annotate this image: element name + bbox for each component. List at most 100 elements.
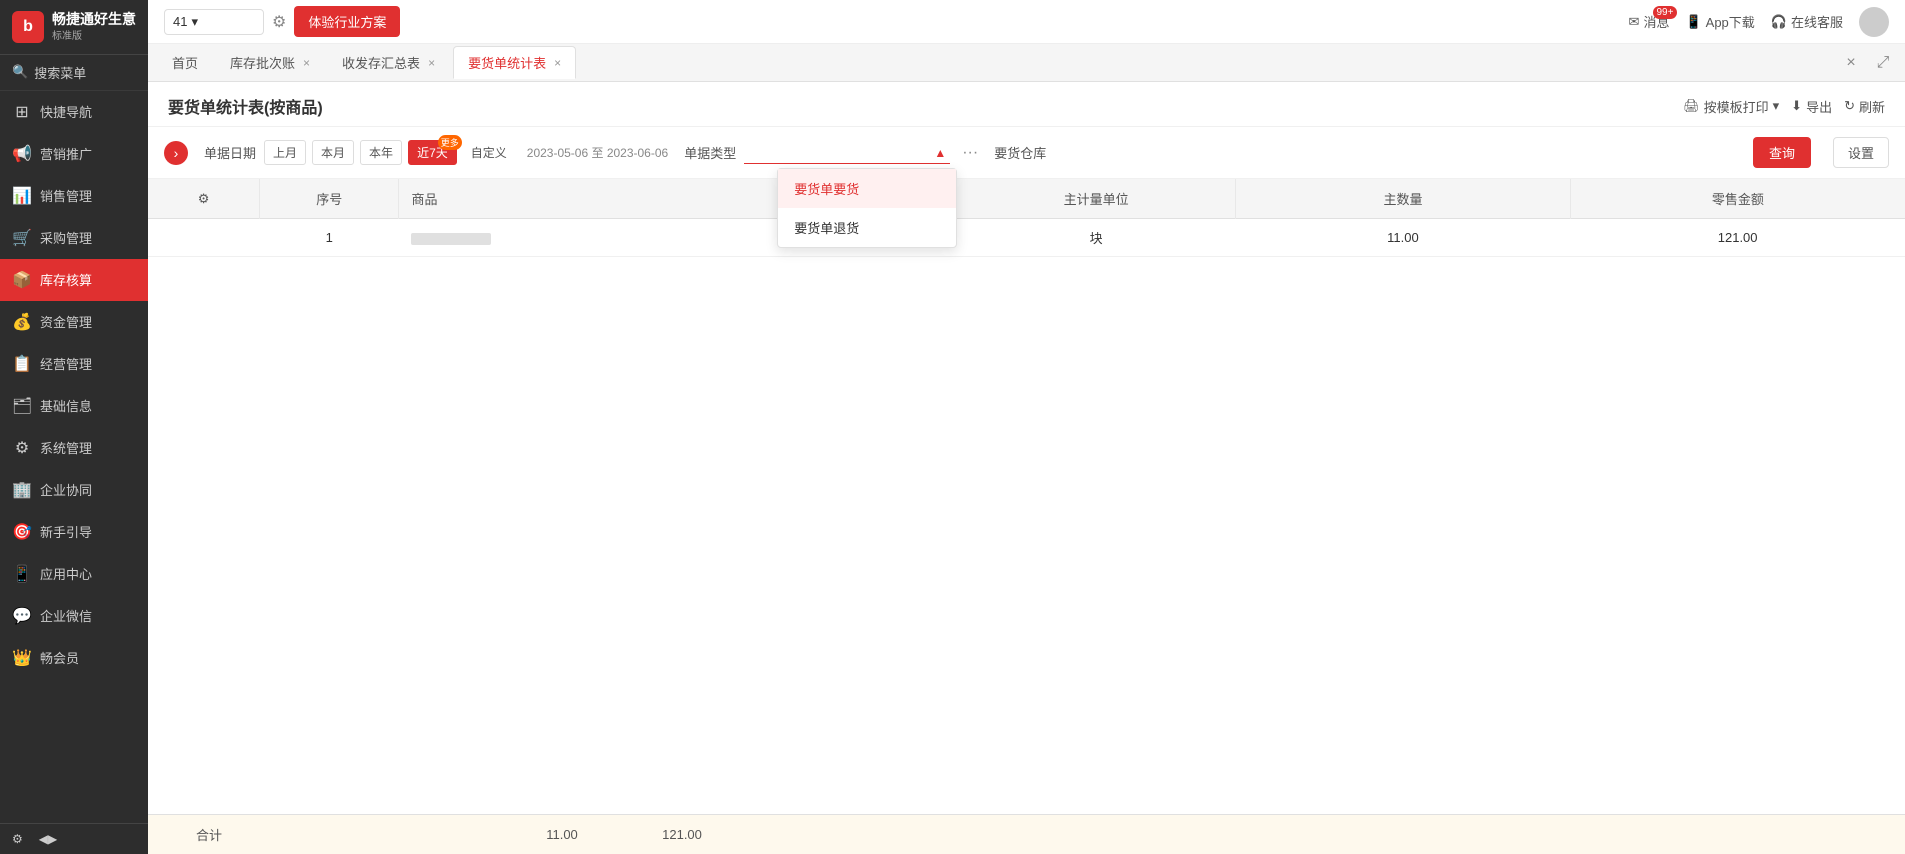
query-btn[interactable]: 查询 [1753, 137, 1811, 168]
sidebar-item-enterprise[interactable]: 🏢 企业协同 [0, 469, 148, 511]
footer-label: 合计 [196, 825, 222, 844]
messages-item[interactable]: ✉ 消息 99+ [1629, 12, 1670, 31]
sidebar-item-basic-info[interactable]: 🗂 基础信息 [0, 385, 148, 427]
service-icon: 🎧 [1771, 14, 1787, 30]
sidebar-item-member[interactable]: 👑 畅会员 [0, 637, 148, 679]
appstore-icon: 📱 [12, 564, 32, 584]
export-label: 导出 [1806, 97, 1832, 116]
sidebar-bottom: ⚙ ◀▶ [0, 823, 148, 854]
sidebar-item-marketing[interactable]: 📢 营销推广 [0, 133, 148, 175]
sidebar-item-operations[interactable]: 📋 经营管理 [0, 343, 148, 385]
filter-expand-btn[interactable]: › [164, 141, 188, 165]
filter-date-group: 单据日期 上月 本月 本年 近7天 更多 自定义 2023-05-06 至 20… [204, 140, 668, 165]
table-footer: 合计 11.00 121.00 [148, 814, 1905, 854]
tabs-maximize-btn[interactable]: ⤢ [1871, 51, 1895, 75]
sidebar: b 畅捷通好生意 标准版 🔍 搜索菜单 ⊞ 快捷导航 📢 营销推广 📊 销售管理… [0, 0, 148, 854]
nav-label-finance: 资金管理 [40, 312, 92, 331]
print-label: 按模板打印 [1704, 97, 1769, 116]
topbar-gear-icon[interactable]: ⚙ [272, 12, 286, 32]
footer-qty: 11.00 [502, 827, 622, 842]
filter-more-btn[interactable]: ··· [962, 144, 978, 162]
print-expand-icon: ▾ [1773, 98, 1780, 114]
tab-inventory-batch[interactable]: 库存批次账 × [216, 47, 324, 78]
sidebar-item-wechat[interactable]: 💬 企业微信 [0, 595, 148, 637]
export-btn[interactable]: ⬇ 导出 [1791, 97, 1832, 116]
sidebar-settings-btn[interactable]: ⚙ [12, 832, 23, 846]
service-label: 在线客服 [1791, 12, 1843, 31]
date-week-btn[interactable]: 近7天 更多 [408, 140, 457, 165]
app-download-label: App下载 [1706, 12, 1755, 31]
date-prev-btn[interactable]: 上月 [264, 140, 306, 165]
table-area: ⚙ 序号 商品 主计量单位 主数量 零售金额 1 [148, 179, 1905, 814]
date-curr-btn[interactable]: 本月 [312, 140, 354, 165]
print-btn[interactable]: 🖨 按模板打印 ▾ [1683, 97, 1779, 116]
col-header-settings[interactable]: ⚙ [148, 179, 260, 219]
tab-receive-summary-close[interactable]: × [428, 57, 435, 69]
search-label: 搜索菜单 [34, 63, 86, 82]
wechat-icon: 💬 [12, 606, 32, 626]
sidebar-collapse-btn[interactable]: ◀▶ [39, 832, 57, 846]
tab-order-summary-label: 要货单统计表 [468, 53, 546, 72]
operations-icon: 📋 [12, 354, 32, 374]
sidebar-item-guide[interactable]: 🎯 新手引导 [0, 511, 148, 553]
sidebar-item-purchase[interactable]: 🛒 采购管理 [0, 217, 148, 259]
app-name: 畅捷通好生意 [52, 10, 136, 30]
date-filter-label: 单据日期 [204, 143, 256, 162]
nav-label-inventory: 库存核算 [40, 270, 92, 289]
dropdown-item-order-require[interactable]: 要货单要货 [778, 169, 956, 208]
tabs-close-all-btn[interactable]: × [1839, 51, 1863, 75]
tab-inventory-batch-close[interactable]: × [303, 57, 310, 69]
col-header-num: 序号 [260, 179, 399, 219]
date-year-btn[interactable]: 本年 [360, 140, 402, 165]
type-select-input[interactable] [744, 142, 950, 164]
tab-order-summary-close[interactable]: × [554, 57, 561, 69]
type-select-arrow-icon[interactable]: ▲ [934, 146, 946, 160]
sidebar-search[interactable]: 🔍 搜索菜单 [0, 55, 148, 91]
data-table: ⚙ 序号 商品 主计量单位 主数量 零售金额 1 [148, 179, 1905, 257]
refresh-label: 刷新 [1859, 97, 1885, 116]
industry-btn[interactable]: 体验行业方案 [294, 6, 400, 37]
cell-qty: 11.00 [1236, 219, 1571, 257]
sidebar-item-finance[interactable]: 💰 资金管理 [0, 301, 148, 343]
nav-label-system: 系统管理 [40, 438, 92, 457]
store-dropdown-icon: ▾ [191, 14, 198, 30]
col-header-unit: 主计量单位 [957, 179, 1236, 219]
refresh-btn[interactable]: ↻ 刷新 [1844, 97, 1885, 116]
filter-bar: › 单据日期 上月 本月 本年 近7天 更多 自定义 2023-05-06 至 … [148, 127, 1905, 179]
settings-btn[interactable]: 设置 [1833, 137, 1889, 168]
store-selector[interactable]: 41 ▾ [164, 9, 264, 35]
sidebar-item-sales[interactable]: 📊 销售管理 [0, 175, 148, 217]
tab-home-label: 首页 [172, 53, 198, 72]
sidebar-item-inventory[interactable]: 📦 库存核算 [0, 259, 148, 301]
date-more-badge: 更多 [438, 135, 462, 150]
app-download-icon: 📱 [1685, 14, 1701, 30]
warehouse-filter-label: 要货仓库 [994, 143, 1046, 162]
sidebar-item-quick-nav[interactable]: ⊞ 快捷导航 [0, 91, 148, 133]
tab-receive-summary[interactable]: 收发存汇总表 × [328, 47, 449, 78]
date-range-display: 2023-05-06 至 2023-06-06 [527, 144, 668, 161]
filter-warehouse-group: 要货仓库 [994, 143, 1046, 162]
guide-icon: 🎯 [12, 522, 32, 542]
app-download-item[interactable]: 📱 App下载 [1685, 12, 1754, 31]
date-custom-btn[interactable]: 自定义 [463, 141, 515, 164]
cell-unit: 块 [957, 219, 1236, 257]
dropdown-item-order-return[interactable]: 要货单退货 [778, 208, 956, 247]
cell-num: 1 [260, 219, 399, 257]
service-item[interactable]: 🎧 在线客服 [1771, 12, 1843, 31]
col-header-qty: 主数量 [1236, 179, 1571, 219]
tab-inventory-batch-label: 库存批次账 [230, 53, 295, 72]
nav-label-sales: 销售管理 [40, 186, 92, 205]
table-header-row: ⚙ 序号 商品 主计量单位 主数量 零售金额 [148, 179, 1905, 219]
messages-badge: 99+ [1653, 6, 1678, 19]
user-avatar[interactable] [1859, 7, 1889, 37]
tab-home[interactable]: 首页 [158, 47, 212, 78]
tab-order-summary[interactable]: 要货单统计表 × [453, 46, 576, 79]
print-icon: 🖨 [1683, 98, 1700, 114]
page-actions: 🖨 按模板打印 ▾ ⬇ 导出 ↻ 刷新 [1683, 97, 1885, 116]
tab-receive-summary-label: 收发存汇总表 [342, 53, 420, 72]
sidebar-item-system[interactable]: ⚙ 系统管理 [0, 427, 148, 469]
topbar-right: ✉ 消息 99+ 📱 App下载 🎧 在线客服 [1629, 7, 1889, 37]
sidebar-item-appstore[interactable]: 📱 应用中心 [0, 553, 148, 595]
inventory-icon: 📦 [12, 270, 32, 290]
nav-label-quick-nav: 快捷导航 [40, 102, 92, 121]
